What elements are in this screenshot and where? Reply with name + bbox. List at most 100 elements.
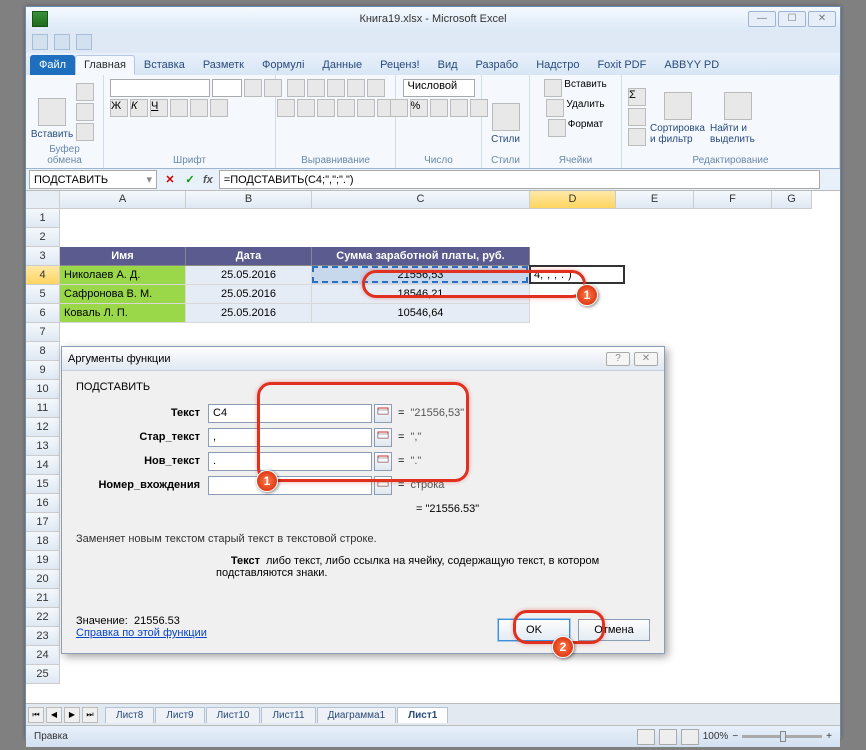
tab-addins[interactable]: Надстро bbox=[527, 55, 588, 75]
maximize-button[interactable]: ☐ bbox=[778, 11, 806, 27]
cells-format-button[interactable]: Формат bbox=[548, 119, 604, 137]
cell-name-1[interactable]: Сафронова В. М. bbox=[60, 285, 186, 304]
row-header-16[interactable]: 16 bbox=[26, 494, 60, 513]
number-format-select[interactable]: Числовой bbox=[403, 79, 475, 97]
col-header-C[interactable]: C bbox=[312, 191, 530, 209]
cut-icon[interactable] bbox=[76, 83, 94, 101]
indent-dec-icon[interactable] bbox=[337, 99, 355, 117]
row-header-15[interactable]: 15 bbox=[26, 475, 60, 494]
row-header-20[interactable]: 20 bbox=[26, 570, 60, 589]
tab-abbyy[interactable]: ABBYY PD bbox=[655, 55, 728, 75]
collapse-dialog-icon[interactable] bbox=[374, 452, 392, 471]
view-layout-icon[interactable] bbox=[659, 729, 677, 745]
tab-formulas[interactable]: Формулі bbox=[253, 55, 313, 75]
autosum-icon[interactable]: Σ bbox=[628, 88, 646, 106]
header-sum[interactable]: Сумма заработной платы, руб. bbox=[312, 247, 530, 266]
font-size[interactable] bbox=[212, 79, 242, 97]
tab-layout[interactable]: Разметк bbox=[194, 55, 253, 75]
format-painter-icon[interactable] bbox=[76, 123, 94, 141]
tab-insert[interactable]: Вставка bbox=[135, 55, 194, 75]
col-header-F[interactable]: F bbox=[694, 191, 772, 209]
dialog-close-button[interactable]: ✕ bbox=[634, 352, 658, 366]
align-middle-icon[interactable] bbox=[307, 79, 325, 97]
percent-icon[interactable]: % bbox=[410, 99, 428, 117]
fill-icon[interactable] bbox=[628, 108, 646, 126]
zoom-slider[interactable] bbox=[742, 735, 822, 738]
cell-date-0[interactable]: 25.05.2016 bbox=[186, 266, 312, 285]
col-header-E[interactable]: E bbox=[616, 191, 694, 209]
col-header-B[interactable]: B bbox=[186, 191, 312, 209]
arg-input-2[interactable] bbox=[208, 452, 372, 471]
clear-icon[interactable] bbox=[628, 128, 646, 146]
fill-color-icon[interactable] bbox=[190, 99, 208, 117]
tab-file[interactable]: Файл bbox=[30, 55, 75, 75]
sheet-tab-Лист10[interactable]: Лист10 bbox=[206, 707, 261, 723]
tab-home[interactable]: Главная bbox=[75, 55, 135, 75]
arg-input-1[interactable] bbox=[208, 428, 372, 447]
redo-icon[interactable] bbox=[76, 34, 92, 50]
collapse-dialog-icon[interactable] bbox=[374, 404, 392, 423]
row-header-23[interactable]: 23 bbox=[26, 627, 60, 646]
row-header-4[interactable]: 4 bbox=[26, 266, 60, 285]
styles-button[interactable]: Стили bbox=[488, 89, 523, 145]
formula-bar[interactable]: =ПОДСТАВИТЬ(C4;",";".") bbox=[219, 170, 820, 189]
sheet-nav-first[interactable]: ⏮ bbox=[28, 707, 44, 723]
tab-view[interactable]: Вид bbox=[429, 55, 467, 75]
paste-button[interactable]: Вставить bbox=[32, 84, 72, 140]
italic-icon[interactable]: К bbox=[130, 99, 148, 117]
ok-button[interactable]: OK bbox=[498, 619, 570, 641]
col-header-A[interactable]: A bbox=[60, 191, 186, 209]
cell-sum-2[interactable]: 10546,64 bbox=[312, 304, 530, 323]
row-header-5[interactable]: 5 bbox=[26, 285, 60, 304]
sort-button[interactable]: Сортировка и фильтр bbox=[650, 89, 706, 145]
select-all-corner[interactable] bbox=[26, 191, 60, 209]
col-header-G[interactable]: G bbox=[772, 191, 812, 209]
cell-date-2[interactable]: 25.05.2016 bbox=[186, 304, 312, 323]
dialog-help-button[interactable]: ? bbox=[606, 352, 630, 366]
currency-icon[interactable] bbox=[390, 99, 408, 117]
cell-date-1[interactable]: 25.05.2016 bbox=[186, 285, 312, 304]
underline-icon[interactable]: Ч bbox=[150, 99, 168, 117]
wrap-icon[interactable] bbox=[367, 79, 385, 97]
orientation-icon[interactable] bbox=[347, 79, 365, 97]
cells-insert-button[interactable]: Вставить bbox=[544, 79, 606, 97]
undo-icon[interactable] bbox=[54, 34, 70, 50]
inc-decimal-icon[interactable] bbox=[450, 99, 468, 117]
tab-data[interactable]: Данные bbox=[313, 55, 371, 75]
tab-review[interactable]: Реценз! bbox=[371, 55, 428, 75]
row-header-8[interactable]: 8 bbox=[26, 342, 60, 361]
row-header-2[interactable]: 2 bbox=[26, 228, 60, 247]
cancel-button[interactable]: Отмена bbox=[578, 619, 650, 641]
sheet-tab-Лист1[interactable]: Лист1 bbox=[397, 707, 448, 723]
comma-icon[interactable] bbox=[430, 99, 448, 117]
header-name[interactable]: Имя bbox=[60, 247, 186, 266]
cancel-formula-icon[interactable]: ✕ bbox=[163, 173, 177, 187]
find-button[interactable]: Найти и выделить bbox=[710, 89, 766, 145]
row-header-19[interactable]: 19 bbox=[26, 551, 60, 570]
row-header-1[interactable]: 1 bbox=[26, 209, 60, 228]
sheet-tab-Лист9[interactable]: Лист9 bbox=[155, 707, 204, 723]
function-help-link[interactable]: Справка по этой функции bbox=[76, 627, 207, 639]
dialog-titlebar[interactable]: Аргументы функции ? ✕ bbox=[62, 347, 664, 371]
sheet-tab-Лист11[interactable]: Лист11 bbox=[261, 707, 315, 723]
header-date[interactable]: Дата bbox=[186, 247, 312, 266]
zoom-out-button[interactable]: − bbox=[732, 731, 738, 742]
sheet-tab-Лист8[interactable]: Лист8 bbox=[105, 707, 154, 723]
fx-icon[interactable]: fx bbox=[203, 174, 213, 186]
sheet-nav-last[interactable]: ⏭ bbox=[82, 707, 98, 723]
row-header-10[interactable]: 10 bbox=[26, 380, 60, 399]
align-right-icon[interactable] bbox=[317, 99, 335, 117]
name-box[interactable]: ПОДСТАВИТЬ▾ bbox=[29, 170, 157, 189]
row-header-6[interactable]: 6 bbox=[26, 304, 60, 323]
copy-icon[interactable] bbox=[76, 103, 94, 121]
row-header-14[interactable]: 14 bbox=[26, 456, 60, 475]
active-edit-cell[interactable]: 4;",";".") bbox=[529, 265, 625, 284]
minimize-button[interactable]: — bbox=[748, 11, 776, 27]
cell-name-0[interactable]: Николаев А. Д. bbox=[60, 266, 186, 285]
row-header-9[interactable]: 9 bbox=[26, 361, 60, 380]
row-header-7[interactable]: 7 bbox=[26, 323, 60, 342]
font-color-icon[interactable] bbox=[210, 99, 228, 117]
arg-input-3[interactable] bbox=[208, 476, 372, 495]
view-pagebreak-icon[interactable] bbox=[681, 729, 699, 745]
sheet-nav-prev[interactable]: ◀ bbox=[46, 707, 62, 723]
